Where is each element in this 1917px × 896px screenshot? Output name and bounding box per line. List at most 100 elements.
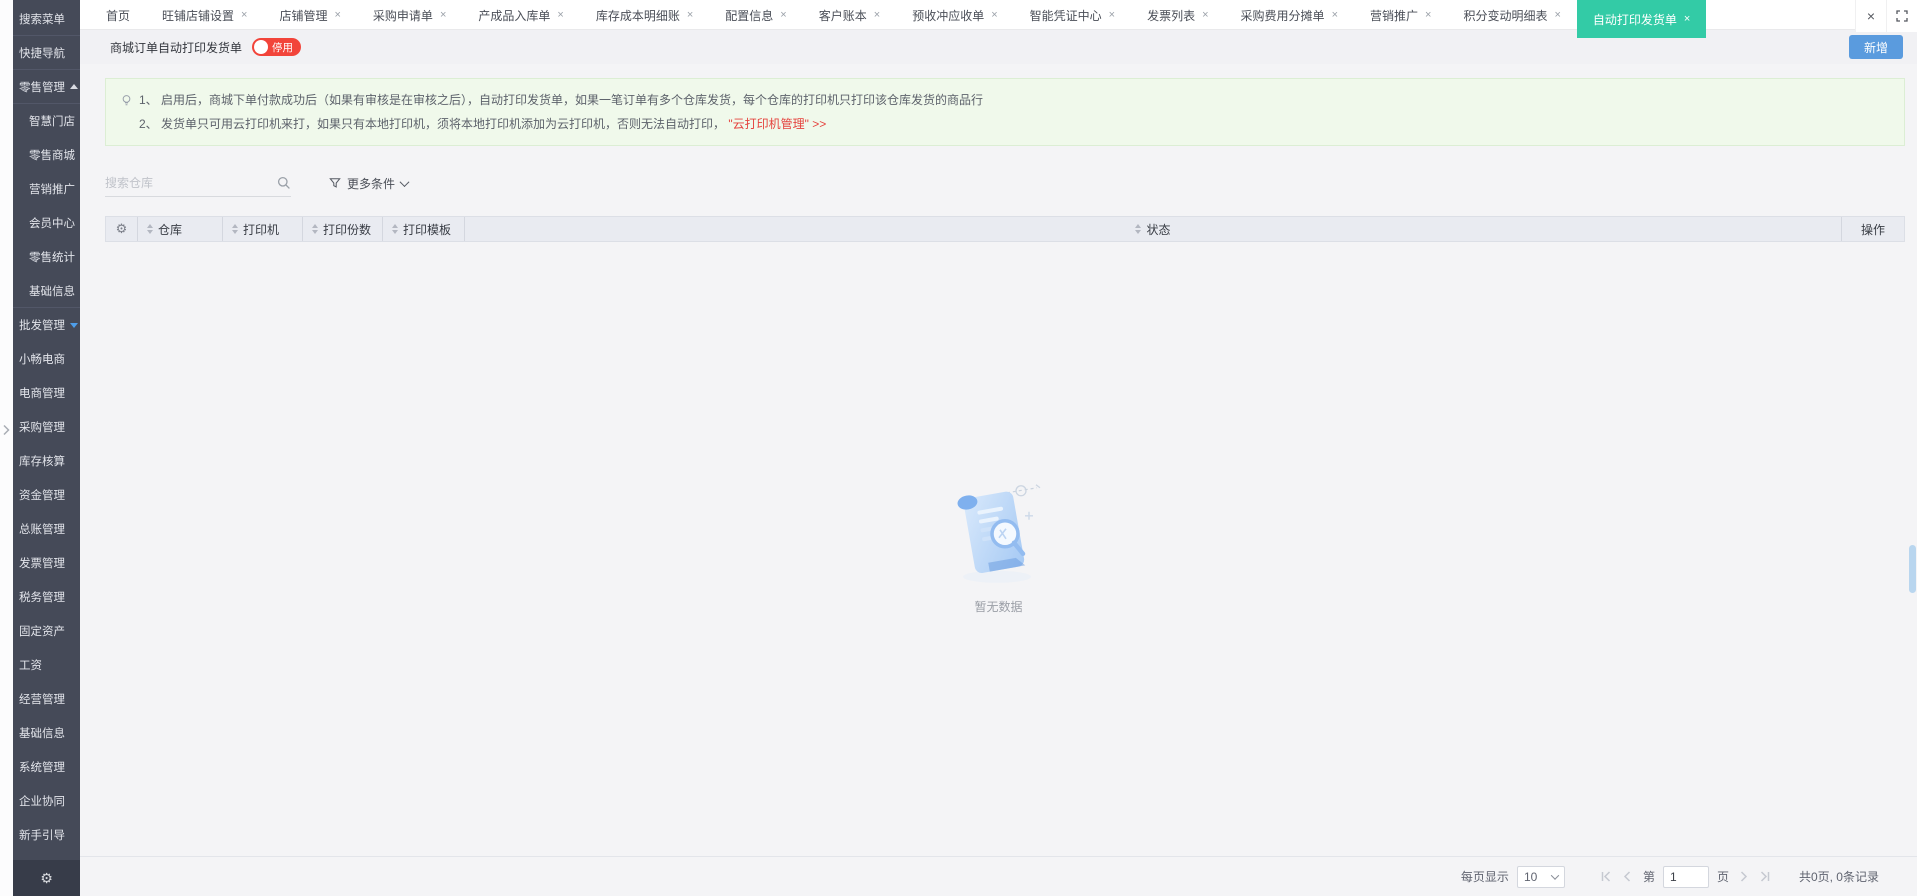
sidebar-item[interactable]: 会员中心 — [13, 206, 80, 240]
sidebar-item[interactable]: 工资 — [13, 648, 80, 682]
sidebar-item[interactable]: 基础信息 — [13, 274, 80, 308]
tab[interactable]: 营销推广 × — [1354, 0, 1447, 30]
tab-close-icon[interactable]: × — [687, 9, 693, 21]
sidebar-item[interactable]: 采购管理 — [13, 410, 80, 444]
first-page-icon — [1602, 871, 1611, 882]
column-header[interactable]: 打印份数 — [303, 217, 383, 241]
sort-icon[interactable] — [232, 224, 238, 234]
tab-close-icon[interactable]: × — [1684, 13, 1690, 25]
sidebar-item-label: 工资 — [19, 660, 42, 672]
sidebar-item[interactable]: 固定资产 — [13, 614, 80, 648]
sidebar-item[interactable]: 税务管理 — [13, 580, 80, 614]
column-header[interactable]: 操作 — [1842, 217, 1904, 241]
tab[interactable]: 店铺管理 × — [263, 0, 356, 30]
tab[interactable]: 智能凭证中心 × — [1014, 0, 1131, 30]
column-header[interactable]: 打印机 — [223, 217, 303, 241]
sort-icon[interactable] — [1135, 224, 1142, 234]
tab[interactable]: 客户账本 × — [803, 0, 896, 30]
tab-close-icon[interactable]: × — [1332, 9, 1338, 21]
last-page-button[interactable] — [1759, 870, 1773, 884]
tab-close-icon[interactable]: × — [1425, 9, 1431, 21]
search-icon[interactable] — [277, 176, 291, 190]
fullscreen-button[interactable] — [1886, 0, 1917, 32]
auto-print-toggle[interactable]: 停用 — [252, 38, 302, 56]
tab[interactable]: 产成品入库单 × — [462, 0, 579, 30]
tab[interactable]: 发票列表 × — [1131, 0, 1224, 30]
sidebar-item[interactable]: 智慧门店 — [13, 104, 80, 138]
sidebar-item[interactable]: 零售统计 — [13, 240, 80, 274]
sidebar-item[interactable]: 营销推广 — [13, 172, 80, 206]
tab-close-icon[interactable]: × — [1202, 9, 1208, 21]
tab[interactable]: 积分变动明细表 × — [1447, 0, 1576, 30]
column-settings-button[interactable]: ⚙ — [106, 217, 138, 241]
tab-close-icon[interactable]: × — [557, 9, 563, 21]
tab[interactable]: 首页 × — [90, 0, 146, 30]
close-icon: × — [1866, 8, 1876, 24]
column-header[interactable]: 打印模板 — [383, 217, 465, 241]
sidebar-settings-button[interactable]: ⚙ — [13, 860, 80, 896]
sidebar-item[interactable]: 发票管理 — [13, 546, 80, 580]
empty-state-label: 暂无数据 — [974, 599, 1023, 614]
scrollbar-thumb[interactable] — [1909, 545, 1916, 593]
tab[interactable]: 配置信息 × — [709, 0, 802, 30]
sidebar-item[interactable]: 零售管理 — [13, 70, 80, 104]
sidebar-item[interactable]: 总账管理 — [13, 512, 80, 546]
sidebar-item[interactable]: 零售商城 — [13, 138, 80, 172]
column-header[interactable]: 状态 — [465, 217, 1842, 241]
sidebar-item-label: 库存核算 — [19, 456, 65, 468]
tab-close-icon[interactable]: × — [1554, 9, 1560, 21]
sidebar-item[interactable]: 电商管理 — [13, 376, 80, 410]
sidebar-item-label: 企业协同 — [19, 796, 65, 808]
column-label: 打印机 — [243, 222, 280, 237]
sidebar-item[interactable]: 快捷导航 — [13, 36, 80, 70]
tab-close-icon[interactable]: × — [440, 9, 446, 21]
cloud-printer-manage-link[interactable]: "云打印机管理" >> — [728, 117, 826, 131]
tab[interactable]: 旺铺店铺设置 × — [146, 0, 263, 30]
more-conditions-button[interactable]: 更多条件 — [329, 175, 410, 192]
page-nav: 第 页 — [1599, 865, 1773, 888]
sidebar: 搜索菜单 快捷导航 零售管理 智慧门店 零售商城 营销推广 会员中心 零售统计 … — [13, 0, 80, 896]
tab-close-icon[interactable]: × — [241, 9, 247, 21]
tab[interactable]: 采购申请单 × — [357, 0, 462, 30]
tab[interactable]: 采购费用分摊单 × — [1225, 0, 1354, 30]
page-number-input[interactable] — [1662, 865, 1709, 888]
sort-icon[interactable] — [392, 224, 398, 234]
sidebar-menu: 搜索菜单 快捷导航 零售管理 智慧门店 零售商城 营销推广 会员中心 零售统计 … — [13, 0, 80, 860]
sidebar-item[interactable]: 资金管理 — [13, 478, 80, 512]
sidebar-item[interactable]: 库存核算 — [13, 444, 80, 478]
filter-funnel-icon — [329, 178, 341, 188]
sidebar-item[interactable]: 经营管理 — [13, 682, 80, 716]
per-page-select[interactable]: 10 — [1516, 865, 1565, 888]
sidebar-expand-handle[interactable] — [2, 424, 10, 439]
sort-icon[interactable] — [147, 224, 153, 234]
tab[interactable]: 库存成本明细账 × — [580, 0, 709, 30]
sidebar-item[interactable]: 小畅电商 — [13, 342, 80, 376]
sidebar-item-label: 零售管理 — [19, 81, 65, 94]
tab[interactable]: 预收冲应收单 × — [896, 0, 1013, 30]
close-all-tabs-button[interactable]: × — [1855, 0, 1886, 32]
add-button[interactable]: 新增 — [1849, 35, 1903, 59]
table-header: ⚙ 仓库 打印机 打印份数 打印模板 状态 操作 — [105, 216, 1905, 242]
next-page-button[interactable] — [1737, 870, 1751, 884]
sidebar-item-label: 零售商城 — [29, 150, 75, 162]
sidebar-item[interactable]: 批发管理 — [13, 308, 80, 342]
prev-page-button[interactable] — [1621, 870, 1635, 884]
tab[interactable]: 自动打印发货单 × — [1576, 0, 1707, 38]
sidebar-item[interactable]: 企业协同 — [13, 784, 80, 818]
sidebar-item[interactable]: 搜索菜单 — [13, 2, 80, 36]
sidebar-item[interactable]: 系统管理 — [13, 750, 80, 784]
sort-icon[interactable] — [312, 224, 318, 234]
tab-close-icon[interactable]: × — [780, 9, 786, 21]
sidebar-item[interactable]: 基础信息 — [13, 716, 80, 750]
tab-close-icon[interactable]: × — [874, 9, 880, 21]
sidebar-item[interactable]: 新手引导 — [13, 818, 80, 852]
tab-close-icon[interactable]: × — [991, 9, 997, 21]
column-header[interactable]: 仓库 — [138, 217, 223, 241]
tab-close-icon[interactable]: × — [334, 9, 340, 21]
search-input[interactable] — [105, 175, 277, 190]
tab-label: 客户账本 — [818, 8, 867, 23]
page-title: 商城订单自动打印发货单 — [110, 40, 243, 55]
tab-close-icon[interactable]: × — [1109, 9, 1115, 21]
first-page-button[interactable] — [1599, 870, 1613, 884]
tab-label: 首页 — [106, 8, 131, 23]
